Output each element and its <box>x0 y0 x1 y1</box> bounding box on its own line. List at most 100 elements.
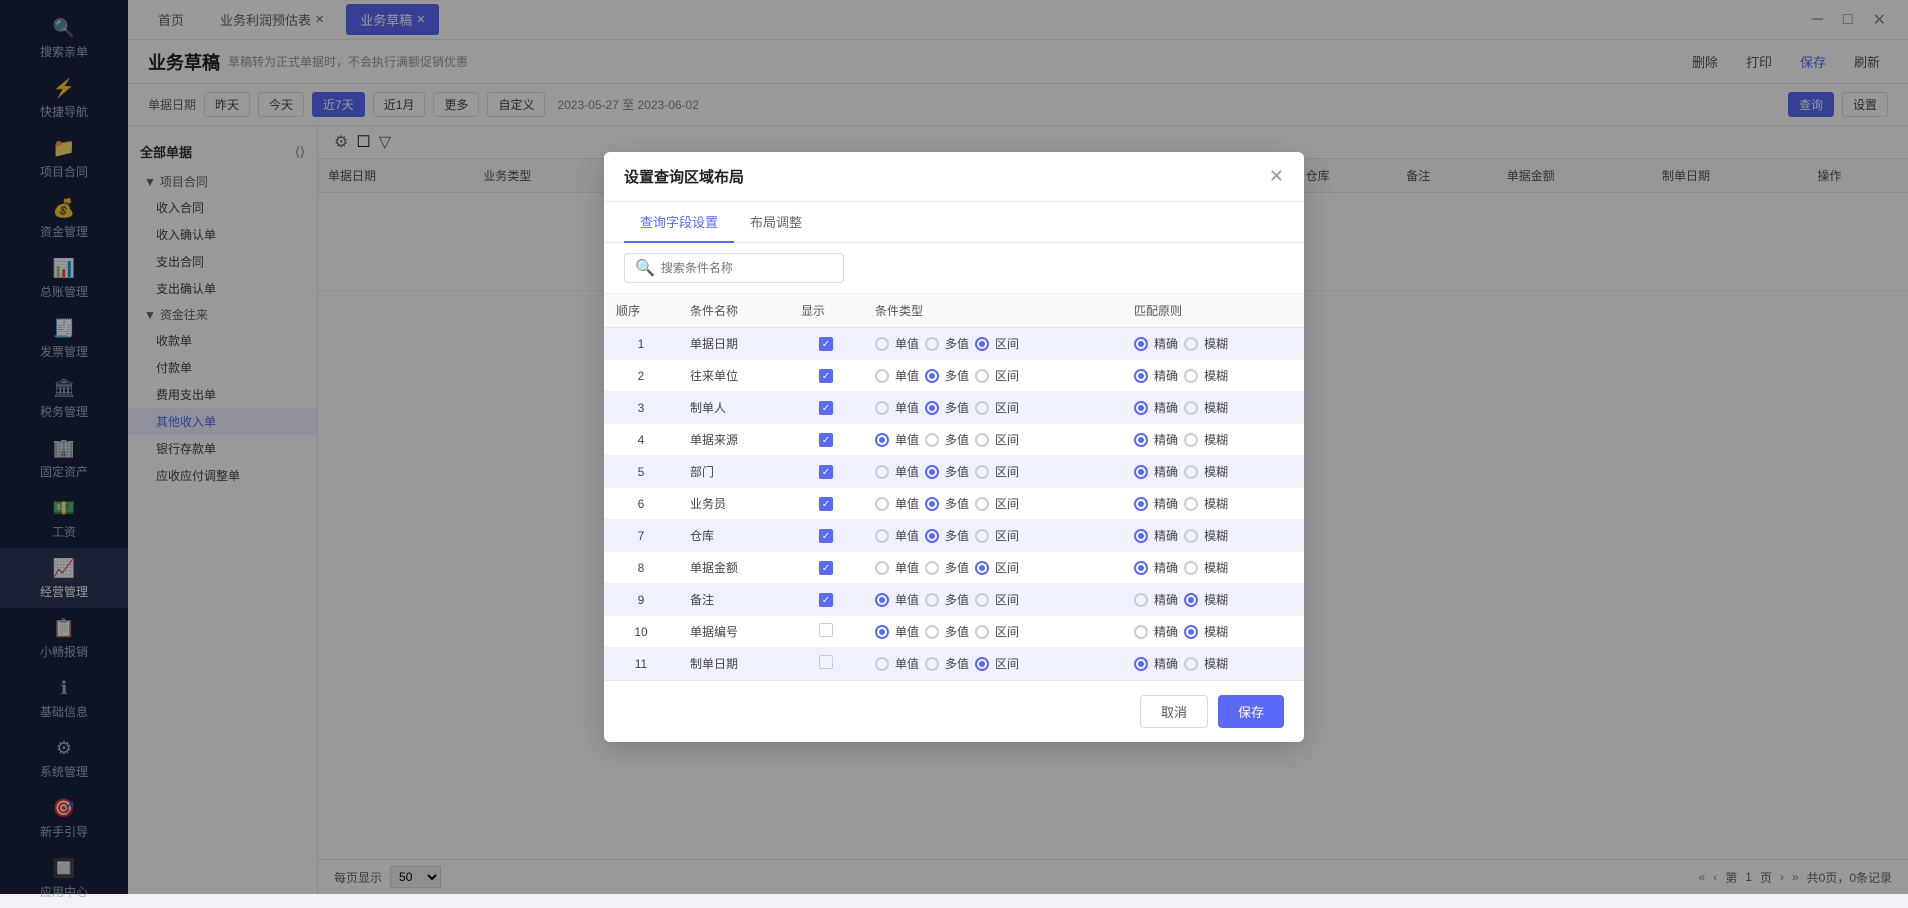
radio-fuzzy[interactable] <box>1184 561 1198 575</box>
modal-tab-layout-adjust[interactable]: 布局调整 <box>734 202 818 243</box>
modal-overlay: 设置查询区域布局 ✕ 查询字段设置 布局调整 🔍 顺序 条件名称 显示 <box>0 0 1908 894</box>
radio-fuzzy[interactable] <box>1184 657 1198 671</box>
modal-row-type: 单值多值区间 <box>863 552 1122 584</box>
show-checkbox[interactable]: ✓ <box>819 369 833 383</box>
radio-precise[interactable] <box>1134 433 1148 447</box>
modal-row-show[interactable]: ✓ <box>789 328 863 360</box>
radio-single[interactable] <box>875 561 889 575</box>
modal-row-show[interactable] <box>789 648 863 680</box>
radio-fuzzy[interactable] <box>1184 625 1198 639</box>
radio-single[interactable] <box>875 337 889 351</box>
modal-row-show[interactable]: ✓ <box>789 424 863 456</box>
modal-table-row: 8单据金额✓单值多值区间精确模糊 <box>604 552 1304 584</box>
modal-col-match: 匹配原则 <box>1122 294 1304 328</box>
radio-multi[interactable] <box>925 561 939 575</box>
radio-fuzzy[interactable] <box>1184 433 1198 447</box>
radio-range[interactable] <box>975 337 989 351</box>
modal-row-show[interactable]: ✓ <box>789 552 863 584</box>
radio-precise[interactable] <box>1134 593 1148 607</box>
radio-precise[interactable] <box>1134 625 1148 639</box>
radio-multi[interactable] <box>925 433 939 447</box>
radio-range[interactable] <box>975 561 989 575</box>
radio-single[interactable] <box>875 401 889 415</box>
modal-row-match: 精确模糊 <box>1122 424 1304 456</box>
show-checkbox[interactable]: ✓ <box>819 465 833 479</box>
show-checkbox[interactable]: ✓ <box>819 529 833 543</box>
radio-range[interactable] <box>975 593 989 607</box>
show-checkbox[interactable]: ✓ <box>819 593 833 607</box>
radio-fuzzy[interactable] <box>1184 369 1198 383</box>
modal-tab-field-settings[interactable]: 查询字段设置 <box>624 202 734 243</box>
radio-precise[interactable] <box>1134 561 1148 575</box>
radio-fuzzy[interactable] <box>1184 401 1198 415</box>
radio-precise[interactable] <box>1134 657 1148 671</box>
radio-fuzzy[interactable] <box>1184 337 1198 351</box>
show-checkbox[interactable]: ✓ <box>819 497 833 511</box>
radio-multi[interactable] <box>925 401 939 415</box>
modal-row-show[interactable] <box>789 616 863 648</box>
modal-save-button[interactable]: 保存 <box>1218 695 1284 728</box>
show-checkbox[interactable]: ✓ <box>819 337 833 351</box>
radio-precise[interactable] <box>1134 369 1148 383</box>
radio-fuzzy[interactable] <box>1184 465 1198 479</box>
radio-single[interactable] <box>875 369 889 383</box>
modal-row-type: 单值多值区间 <box>863 616 1122 648</box>
radio-fuzzy[interactable] <box>1184 529 1198 543</box>
radio-range[interactable] <box>975 465 989 479</box>
radio-range[interactable] <box>975 497 989 511</box>
radio-single[interactable] <box>875 657 889 671</box>
radio-multi[interactable] <box>925 625 939 639</box>
modal-row-order: 6 <box>604 488 678 520</box>
modal-col-show: 显示 <box>789 294 863 328</box>
radio-multi[interactable] <box>925 657 939 671</box>
modal-row-match: 精确模糊 <box>1122 488 1304 520</box>
radio-multi[interactable] <box>925 497 939 511</box>
radio-fuzzy[interactable] <box>1184 593 1198 607</box>
radio-multi[interactable] <box>925 465 939 479</box>
radio-multi[interactable] <box>925 593 939 607</box>
modal-row-show[interactable]: ✓ <box>789 488 863 520</box>
radio-precise[interactable] <box>1134 529 1148 543</box>
modal-row-show[interactable]: ✓ <box>789 584 863 616</box>
modal-row-match: 精确模糊 <box>1122 392 1304 424</box>
modal-row-show[interactable]: ✓ <box>789 456 863 488</box>
radio-range[interactable] <box>975 369 989 383</box>
radio-range[interactable] <box>975 529 989 543</box>
modal-close-icon[interactable]: ✕ <box>1269 166 1284 187</box>
radio-multi[interactable] <box>925 337 939 351</box>
modal-row-match: 精确模糊 <box>1122 360 1304 392</box>
modal-table-row: 5部门✓单值多值区间精确模糊 <box>604 456 1304 488</box>
show-checkbox[interactable]: ✓ <box>819 433 833 447</box>
modal-row-show[interactable]: ✓ <box>789 392 863 424</box>
radio-precise[interactable] <box>1134 497 1148 511</box>
radio-precise[interactable] <box>1134 337 1148 351</box>
show-checkbox[interactable] <box>819 655 833 669</box>
radio-single[interactable] <box>875 593 889 607</box>
modal-search-input[interactable] <box>661 261 833 275</box>
radio-range[interactable] <box>975 433 989 447</box>
modal-header: 设置查询区域布局 ✕ <box>604 152 1304 202</box>
radio-multi[interactable] <box>925 529 939 543</box>
show-checkbox[interactable]: ✓ <box>819 561 833 575</box>
modal-row-order: 9 <box>604 584 678 616</box>
radio-single[interactable] <box>875 433 889 447</box>
modal-cancel-button[interactable]: 取消 <box>1140 695 1208 728</box>
radio-single[interactable] <box>875 497 889 511</box>
radio-precise[interactable] <box>1134 465 1148 479</box>
radio-multi[interactable] <box>925 369 939 383</box>
show-checkbox[interactable] <box>819 623 833 637</box>
radio-range[interactable] <box>975 401 989 415</box>
radio-single[interactable] <box>875 529 889 543</box>
modal-row-order: 4 <box>604 424 678 456</box>
radio-range[interactable] <box>975 625 989 639</box>
radio-fuzzy[interactable] <box>1184 497 1198 511</box>
radio-single[interactable] <box>875 625 889 639</box>
show-checkbox[interactable]: ✓ <box>819 401 833 415</box>
modal-row-show[interactable]: ✓ <box>789 360 863 392</box>
modal-search-area: 🔍 <box>604 243 1304 294</box>
modal-table-row: 1单据日期✓单值多值区间精确模糊 <box>604 328 1304 360</box>
radio-range[interactable] <box>975 657 989 671</box>
radio-single[interactable] <box>875 465 889 479</box>
radio-precise[interactable] <box>1134 401 1148 415</box>
modal-row-show[interactable]: ✓ <box>789 520 863 552</box>
